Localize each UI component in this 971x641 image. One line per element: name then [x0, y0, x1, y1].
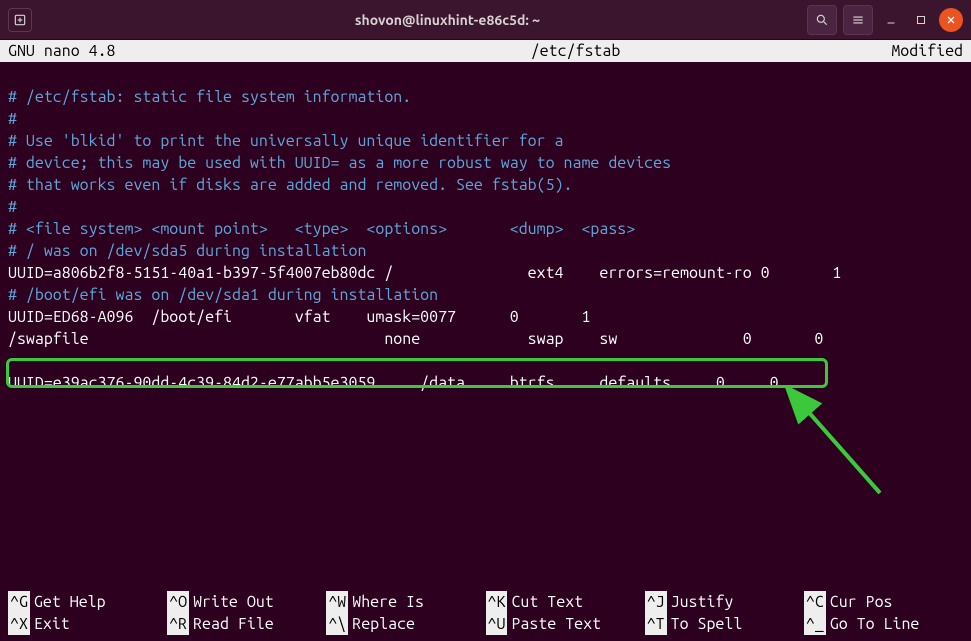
shortcut-cut[interactable]: ^KCut Text	[486, 591, 645, 613]
editor-line: #	[8, 198, 17, 216]
hamburger-icon	[851, 13, 865, 27]
close-icon	[945, 14, 957, 26]
shortcut-whereis[interactable]: ^WWhere Is	[326, 591, 485, 613]
editor-line: UUID=ED68-A096 /boot/efi vfat umask=0077…	[8, 308, 590, 326]
window-title: shovon@linuxhint-e86c5d: ~	[88, 12, 807, 28]
editor-line: /swapfile none swap sw 0 0	[8, 330, 823, 348]
shortcut-writeout[interactable]: ^OWrite Out	[167, 591, 326, 613]
editor-line: # <file system> <mount point> <type> <op…	[8, 220, 635, 238]
footer-row-1: ^GGet Help ^OWrite Out ^WWhere Is ^KCut …	[8, 591, 963, 613]
new-tab-icon	[13, 13, 27, 27]
close-button[interactable]	[939, 8, 963, 32]
minimize-icon	[885, 14, 897, 26]
arrow-annotation	[780, 388, 900, 508]
shortcut-replace[interactable]: ^\Replace	[326, 613, 485, 635]
search-button[interactable]	[807, 5, 837, 35]
maximize-button[interactable]	[909, 8, 933, 32]
editor-line: # Use 'blkid' to print the universally u…	[8, 132, 564, 150]
editor-content[interactable]: # /etc/fstab: static file system informa…	[0, 62, 971, 396]
shortcut-goto[interactable]: ^_Go To Line	[804, 613, 963, 635]
nano-version: GNU nano 4.8	[0, 40, 300, 62]
shortcut-help[interactable]: ^GGet Help	[8, 591, 167, 613]
nano-status: Modified	[851, 40, 971, 62]
shortcut-exit[interactable]: ^XExit	[8, 613, 167, 635]
new-terminal-button[interactable]	[8, 8, 32, 32]
editor-line: UUID=e39ac376-90dd-4c39-84d2-e77abb5e305…	[8, 374, 779, 392]
maximize-icon	[915, 14, 927, 26]
editor-line: # /etc/fstab: static file system informa…	[8, 88, 411, 106]
shortcut-justify[interactable]: ^JJustify	[645, 591, 804, 613]
titlebar: shovon@linuxhint-e86c5d: ~	[0, 0, 971, 40]
nano-footer: ^GGet Help ^OWrite Out ^WWhere Is ^KCut …	[0, 591, 971, 635]
shortcut-curpos[interactable]: ^CCur Pos	[804, 591, 963, 613]
editor-line: # device; this may be used with UUID= as…	[8, 154, 671, 172]
editor-line: UUID=a806b2f8-5151-40a1-b397-5f4007eb80d…	[8, 264, 841, 282]
footer-row-2: ^XExit ^RRead File ^\Replace ^UPaste Tex…	[8, 613, 963, 635]
editor-line: # that works even if disks are added and…	[8, 176, 572, 194]
editor-line: # /boot/efi was on /dev/sda1 during inst…	[8, 286, 438, 304]
editor-line: #	[8, 110, 17, 128]
shortcut-paste[interactable]: ^UPaste Text	[486, 613, 645, 635]
shortcut-readfile[interactable]: ^RRead File	[167, 613, 326, 635]
minimize-button[interactable]	[879, 8, 903, 32]
editor-line: # / was on /dev/sda5 during installation	[8, 242, 366, 260]
nano-header: GNU nano 4.8 /etc/fstab Modified	[0, 40, 971, 62]
search-icon	[815, 13, 829, 27]
nano-file-path: /etc/fstab	[300, 40, 851, 62]
shortcut-spell[interactable]: ^TTo Spell	[645, 613, 804, 635]
menu-button[interactable]	[843, 5, 873, 35]
